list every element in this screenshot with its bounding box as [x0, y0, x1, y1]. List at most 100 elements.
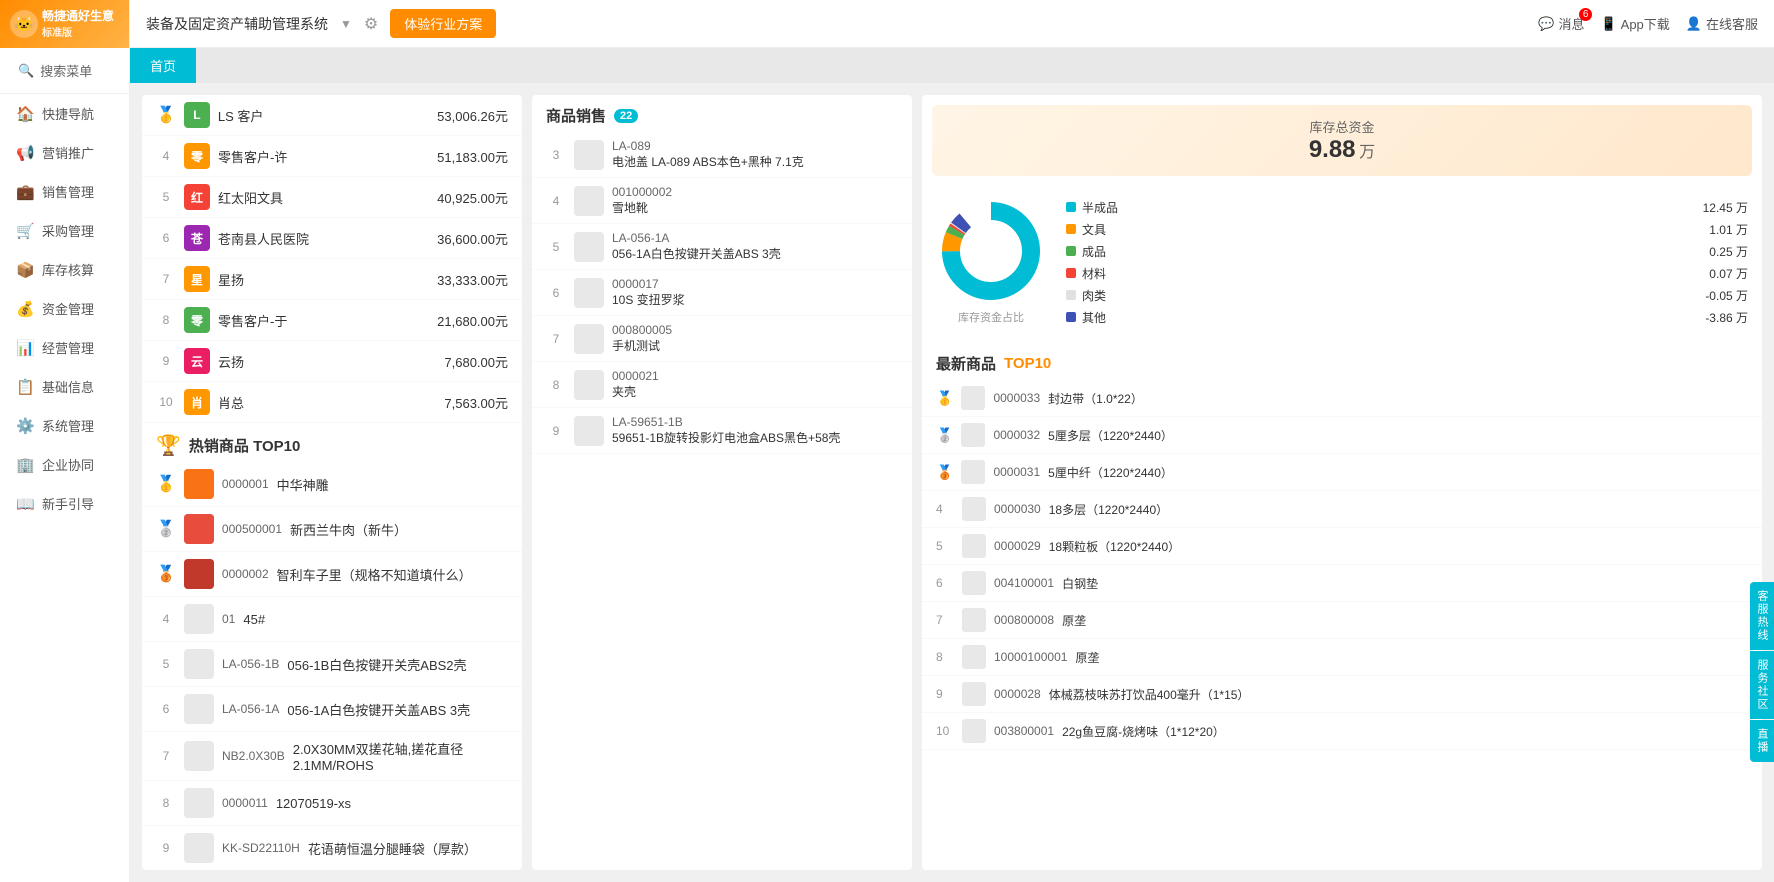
home-icon: 🏠: [16, 105, 34, 123]
sales-code-8: 0000021: [612, 369, 898, 383]
sidebar-item-purchase[interactable]: 🛒 采购管理: [0, 211, 129, 250]
latest-products-header: 最新商品 TOP10: [922, 343, 1762, 380]
latest-item-2: 🥈 0000032 5厘多层（1220*2440）: [922, 417, 1762, 454]
hot-rank-4: 4: [156, 612, 176, 626]
hot-product-5: 5 LA-056-1B 056-1B白色按键开关壳ABS2壳: [142, 642, 522, 687]
sidebar-item-quick[interactable]: 🏠 快捷导航: [0, 94, 129, 133]
corp-icon: 🏢: [16, 456, 34, 474]
sidebar-item-inventory[interactable]: 📦 库存核算: [0, 250, 129, 289]
inventory-amount-area: 9.88 万: [948, 136, 1736, 164]
sales-info-3: LA-089 电池盖 LA-089 ABS本色+黑种 7.1克: [612, 139, 898, 170]
sales-code-6: 0000017: [612, 277, 898, 291]
hot-product-name-3: 智利车子里（规格不知道填什么）: [277, 565, 508, 584]
dropdown-arrow[interactable]: ▼: [340, 17, 352, 31]
hot-medal-icon: 🏆: [156, 433, 181, 458]
sales-img-8: [574, 370, 604, 400]
latest-code-5: 0000029: [994, 539, 1041, 553]
customer-amount-5: 33,333.00元: [437, 270, 508, 289]
customer-rank-item-5: 7 星 星扬 33,333.00元: [142, 259, 522, 300]
sidebar-item-label: 基础信息: [42, 377, 94, 396]
float-live-btn[interactable]: 直播: [1750, 720, 1774, 762]
latest-code-4: 0000030: [994, 502, 1041, 516]
latest-item-9: 9 0000028 体械荔枝味苏打饮品400毫升（1*15）: [922, 676, 1762, 713]
float-community-btn[interactable]: 服务社区: [1750, 651, 1774, 719]
hot-product-1: 🥇 0000001 中华神雕: [142, 462, 522, 507]
latest-img-7: [962, 608, 986, 632]
latest-img-6: [962, 571, 986, 595]
hot-rank-8: 8: [156, 796, 176, 810]
sidebar-item-guide[interactable]: 📖 新手引导: [0, 484, 129, 523]
customer-rank-item-2: 4 零 零售客户-许 51,183.00元: [142, 136, 522, 177]
hot-medal-3: 🥉: [156, 564, 176, 584]
hot-rank-6: 6: [156, 702, 176, 716]
latest-code-8: 10000100001: [994, 650, 1067, 664]
settings-icon[interactable]: ⚙: [364, 14, 378, 34]
sales-product-6: 6 0000017 10S 变扭罗浆: [532, 270, 912, 316]
logo-title: 畅捷通好生意: [42, 9, 114, 23]
sales-icon: 💼: [16, 183, 34, 201]
hot-product-7: 7 NB2.0X30B 2.0X30MM双搓花轴,搓花直径2.1MM/ROHS: [142, 732, 522, 781]
sales-info-4: 001000002 雪地靴: [612, 185, 898, 216]
inventory-amount: 9.88: [1309, 136, 1356, 163]
customer-rank-item-1: 🥇 L LS 客户 53,006.26元: [142, 95, 522, 136]
customer-name-7: 云扬: [218, 352, 436, 371]
sales-name-3: 电池盖 LA-089 ABS本色+黑种 7.1克: [612, 153, 898, 170]
rank-num-4: 6: [156, 231, 176, 245]
trial-button[interactable]: 体验行业方案: [390, 9, 496, 38]
legend-dot-4: [1066, 268, 1076, 278]
sidebar-item-finance[interactable]: 💰 资金管理: [0, 289, 129, 328]
sidebar-item-operation[interactable]: 📊 经营管理: [0, 328, 129, 367]
sales-rank-header: 商品销售 22: [532, 95, 912, 132]
sidebar-item-sales[interactable]: 💼 销售管理: [0, 172, 129, 211]
main-area: 装备及固定资产辅助管理系统 ▼ ⚙ 体验行业方案 💬 消息 6 📱 App下载 …: [130, 0, 1774, 882]
tab-home[interactable]: 首页: [130, 48, 196, 83]
latest-code-7: 000800008: [994, 613, 1054, 627]
hot-product-6: 6 LA-056-1A 056-1A白色按键开关盖ABS 3壳: [142, 687, 522, 732]
customer-name-3: 红太阳文具: [218, 188, 429, 207]
hot-product-name-9: 花语萌恒温分腿睡袋（厚款）: [308, 839, 508, 858]
latest-item-8: 8 10000100001 原垄: [922, 639, 1762, 676]
sales-rank-count: 22: [614, 109, 638, 123]
avatar-3: 红: [184, 184, 210, 210]
legend-label-4: 材料: [1082, 265, 1703, 282]
legend-value-5: -0.05 万: [1705, 287, 1748, 304]
customer-amount-2: 51,183.00元: [437, 147, 508, 166]
latest-item-10: 10 003800001 22g鱼豆腐-烧烤味（1*12*20）: [922, 713, 1762, 750]
sidebar-item-marketing[interactable]: 📢 营销推广: [0, 133, 129, 172]
hot-product-name-7: 2.0X30MM双搓花轴,搓花直径2.1MM/ROHS: [293, 739, 508, 773]
sales-rank-3: 3: [546, 148, 566, 162]
float-service-btn[interactable]: 客服热线: [1750, 582, 1774, 650]
search-menu-button[interactable]: 🔍 搜索菜单: [10, 56, 119, 85]
sales-img-3: [574, 140, 604, 170]
sales-rank-8: 8: [546, 378, 566, 392]
inventory-unit: 万: [1359, 144, 1375, 161]
service-item[interactable]: 👤 在线客服: [1686, 14, 1758, 33]
sidebar-item-label: 营销推广: [42, 143, 94, 162]
sidebar-item-system[interactable]: ⚙️ 系统管理: [0, 406, 129, 445]
hot-medal-1: 🥇: [156, 474, 176, 494]
rank-num-3: 5: [156, 190, 176, 204]
service-icon: 👤: [1686, 16, 1702, 32]
app-download-item[interactable]: 📱 App下载: [1600, 14, 1669, 33]
inventory-title: 库存总资金: [948, 117, 1736, 136]
search-icon: 🔍: [18, 63, 34, 79]
latest-code-1: 0000033: [993, 391, 1040, 405]
latest-medal-2: 🥈: [936, 427, 953, 444]
sidebar-item-label: 系统管理: [42, 416, 94, 435]
hot-products-header: 🏆 热销商品 TOP10: [142, 423, 522, 462]
message-badge-item[interactable]: 💬 消息 6: [1538, 14, 1584, 33]
sidebar-item-basic[interactable]: 📋 基础信息: [0, 367, 129, 406]
message-icon: 💬: [1538, 16, 1554, 32]
legend-label-3: 成品: [1082, 243, 1703, 260]
latest-name-3: 5厘中纤（1220*2440）: [1048, 464, 1748, 481]
hot-product-code-9: KK-SD22110H: [222, 841, 300, 855]
legend-value-3: 0.25 万: [1709, 243, 1748, 260]
legend-item-3: 成品 0.25 万: [1066, 243, 1748, 260]
hot-product-img-3: [184, 559, 214, 589]
sidebar-item-corp[interactable]: 🏢 企业协同: [0, 445, 129, 484]
customer-name-2: 零售客户-许: [218, 147, 429, 166]
legend-value-4: 0.07 万: [1709, 265, 1748, 282]
search-label: 搜索菜单: [40, 61, 92, 80]
latest-rank-9: 9: [936, 687, 954, 701]
sales-info-5: LA-056-1A 056-1A白色按键开关盖ABS 3壳: [612, 231, 898, 262]
